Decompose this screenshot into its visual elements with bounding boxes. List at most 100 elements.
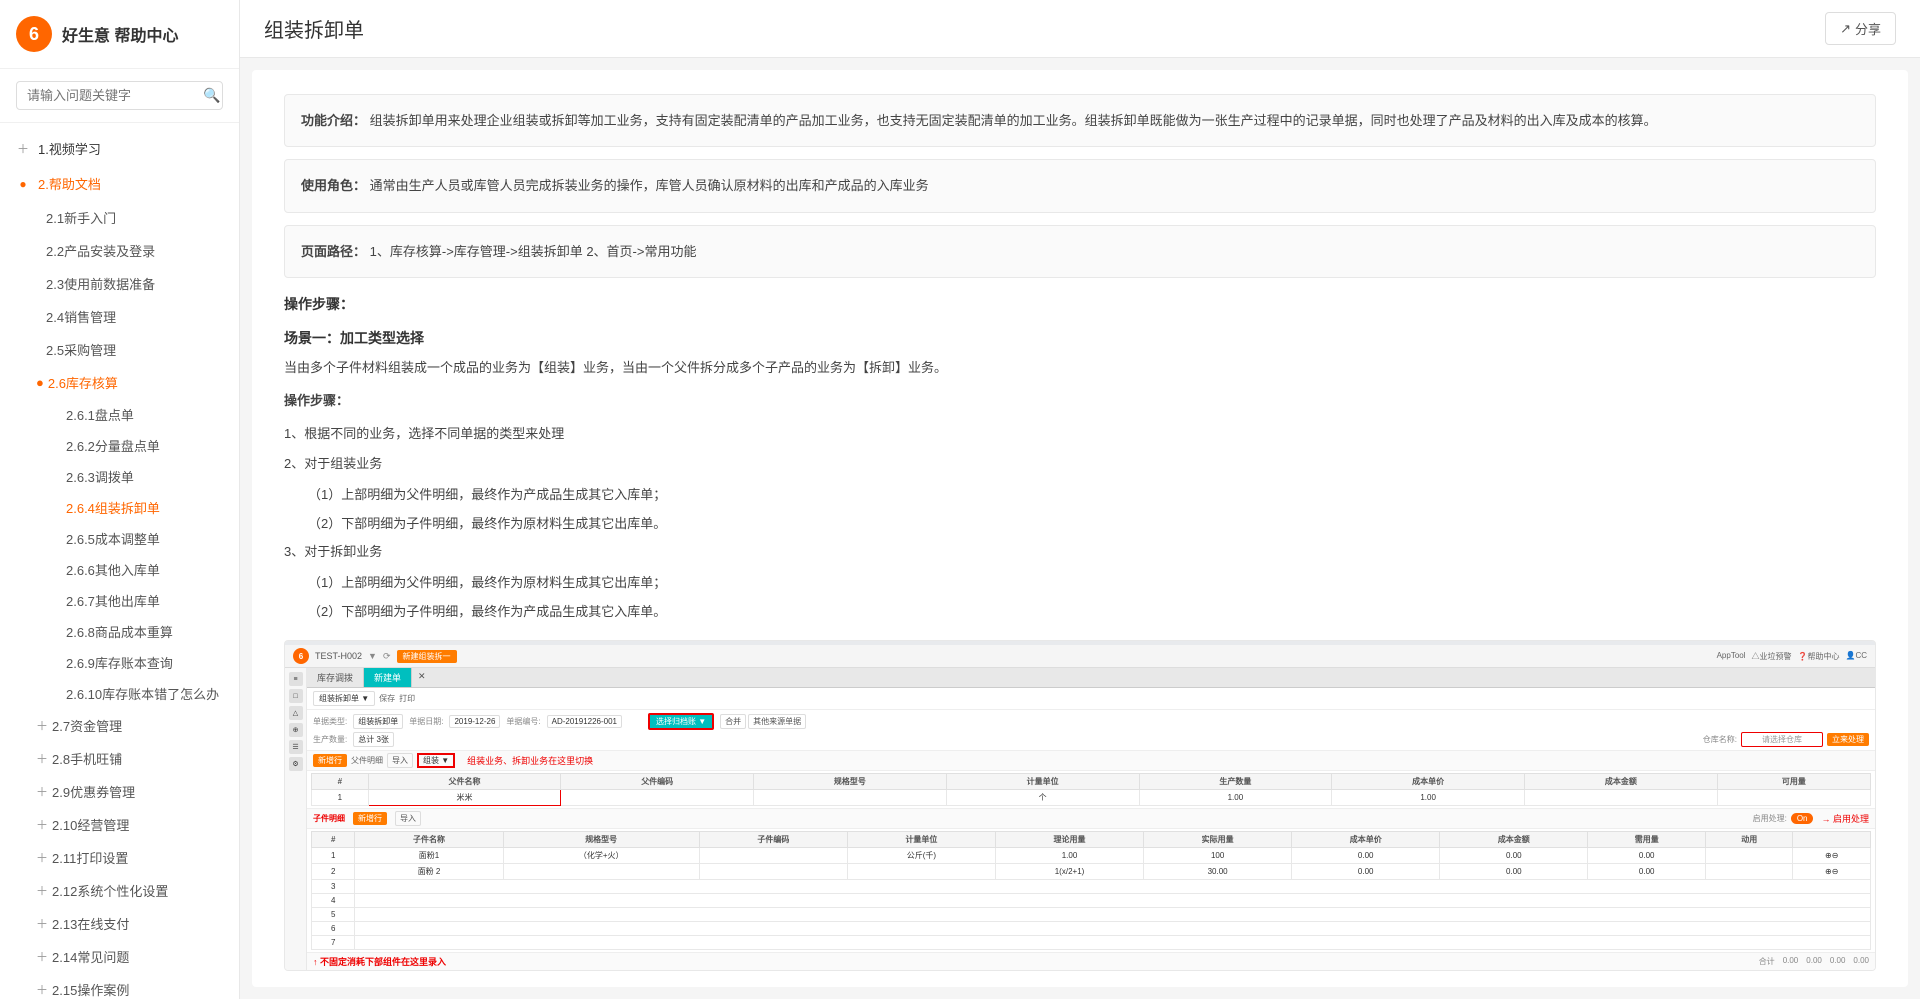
sidebar-item-sales[interactable]: 2.4销售管理 xyxy=(8,300,239,333)
chrome-version: ▼ xyxy=(368,651,377,661)
nav-tree: ＋ 1.视频学习 ● 2.帮助文档 2.1新手入门 2.2产品安装及登录 2.3… xyxy=(0,123,239,999)
toolbar-type-dropdown[interactable]: 组装拆卸单 ▼ xyxy=(313,691,375,706)
form-fields-section: 单据类型: 组装拆卸单 单据日期: 2019-12-26 单据编号: AD-20… xyxy=(307,710,1875,751)
alert-icon: △业垃预警 xyxy=(1752,651,1792,662)
field-qty-label: 生产数量: xyxy=(313,734,347,745)
tab-close[interactable]: ✕ xyxy=(412,668,432,687)
add-row-btn[interactable]: 新增行 xyxy=(313,754,347,767)
search-box[interactable]: 🔍 xyxy=(16,81,223,110)
nav-icon-6[interactable]: ⚙ xyxy=(289,757,303,771)
cell-spec xyxy=(754,790,947,806)
nav-icon-5[interactable]: ☰ xyxy=(289,740,303,754)
lower-add-btn[interactable]: 新增行 xyxy=(353,812,387,825)
lower-table-annotation: 子件明细 xyxy=(313,813,345,824)
plus-finance-icon: ＋ xyxy=(36,717,48,734)
sidebar-item-operations[interactable]: ＋ 2.10经营管理 xyxy=(8,808,239,841)
tab-new[interactable]: 新建单 xyxy=(364,668,412,687)
step-2-1: （1）上部明细为父件明细，最终作为产成品生成其它入库单； xyxy=(284,483,1876,508)
sidebar-item-cases[interactable]: ＋ 2.15操作案例 xyxy=(8,973,239,999)
sidebar-item-stocktake[interactable]: 2.6.1盘点单 xyxy=(16,399,239,430)
sidebar-item-assembly[interactable]: 2.6.4组装拆卸单 xyxy=(16,492,239,523)
sidebar-label-print: 2.11打印设置 xyxy=(52,848,128,867)
lc-no-5: 5 xyxy=(312,908,355,922)
sidebar-item-purchase[interactable]: 2.5采购管理 xyxy=(8,333,239,366)
warehouse-area: 仓库名称: 请选择仓库 立来处理 xyxy=(1703,732,1869,747)
sidebar-label-sysconfig: 2.12系统个性化设置 xyxy=(52,881,168,900)
type-select-annotated[interactable]: 组装 ▼ xyxy=(417,753,455,768)
plus-payment-icon: ＋ xyxy=(36,915,48,932)
lower-annotation-row: ↑ 不固定消耗下部组件在这里录入 合计 0.00 0.00 0.00 0.00 xyxy=(307,952,1875,970)
screenshot-container: 6 TEST-H002 ▼ ⟳ 新建组装拆一 AppTool △业垃预警 ❓帮助… xyxy=(284,640,1876,971)
btn-action1[interactable]: 合并 xyxy=(720,714,746,729)
top-bar: 组装拆卸单 ↗ 分享 xyxy=(240,0,1920,58)
col-parent-code: 父件编码 xyxy=(561,774,754,790)
sidebar-item-video[interactable]: ＋ 1.视频学习 xyxy=(0,131,239,166)
confirm-btn-annotated[interactable]: 选择归档账 ▼ xyxy=(648,713,714,730)
lower-table-wrapper: # 子件名称 规格型号 子件编码 计量单位 理论用量 实际用量 成本单价 xyxy=(307,829,1875,952)
sidebar-label-payment: 2.13在线支付 xyxy=(52,914,129,933)
lower-table: # 子件名称 规格型号 子件编码 计量单位 理论用量 实际用量 成本单价 xyxy=(311,831,1871,950)
lc-name-2: 面粉 2 xyxy=(355,864,503,880)
process-btn[interactable]: 立来处理 xyxy=(1827,733,1869,746)
sidebar-item-newcomer[interactable]: 2.1新手入门 xyxy=(8,201,239,234)
sidebar-item-otherinput[interactable]: 2.6.6其他入库单 xyxy=(16,554,239,585)
plus-mobile-icon: ＋ xyxy=(36,750,48,767)
sidebar-label-video: 1.视频学习 xyxy=(38,139,101,158)
sidebar-item-costrecalc[interactable]: 2.6.8商品成本重算 xyxy=(16,616,239,647)
search-input[interactable] xyxy=(27,88,203,103)
lc-no-6: 6 xyxy=(312,922,355,936)
sidebar-item-coupon[interactable]: ＋ 2.9优惠券管理 xyxy=(8,775,239,808)
sidebar-item-inventoryquery[interactable]: 2.6.9库存账本查询 xyxy=(16,647,239,678)
lc-ops[interactable]: ⊕⊖ xyxy=(1793,848,1871,864)
warehouse-field[interactable]: 请选择仓库 xyxy=(1741,732,1823,747)
sidebar-item-docs[interactable]: ● 2.帮助文档 xyxy=(0,166,239,201)
sidebar-item-faq[interactable]: ＋ 2.14常见问题 xyxy=(8,940,239,973)
sidebar-item-otheroutput[interactable]: 2.6.7其他出库单 xyxy=(16,585,239,616)
btn-action2[interactable]: 其他来源单据 xyxy=(748,714,806,729)
field-type-label: 单据类型: xyxy=(313,716,347,727)
sidebar-item-finance[interactable]: ＋ 2.7资金管理 xyxy=(8,709,239,742)
lc-ops-2[interactable]: ⊕⊖ xyxy=(1793,864,1871,880)
sidebar-item-sysconfig[interactable]: ＋ 2.12系统个性化设置 xyxy=(8,874,239,907)
enable-toggle[interactable]: On xyxy=(1791,813,1814,824)
lcol-code: 子件编码 xyxy=(699,832,847,848)
cell-name: 米米 xyxy=(368,790,561,806)
search-icon[interactable]: 🔍 xyxy=(203,87,220,104)
lcol-needed: 需用量 xyxy=(1588,832,1706,848)
nav-icon-2[interactable]: □ xyxy=(289,689,303,703)
lc-no-7: 7 xyxy=(312,936,355,950)
sidebar-label-inventory: 2.6库存核算 xyxy=(48,373,118,392)
sidebar-item-mobile[interactable]: ＋ 2.8手机旺铺 xyxy=(8,742,239,775)
sidebar-item-print[interactable]: ＋ 2.11打印设置 xyxy=(8,841,239,874)
sidebar-item-inventoryerror[interactable]: 2.6.10库存账本错了怎么办 xyxy=(16,678,239,709)
sidebar-item-partstake[interactable]: 2.6.2分量盘点单 xyxy=(16,430,239,461)
col-avail: 可用量 xyxy=(1717,774,1870,790)
lower-import-btn[interactable]: 导入 xyxy=(395,811,421,826)
toolbar-save[interactable]: 保存 xyxy=(379,693,395,704)
sidebar-item-costadjust[interactable]: 2.6.5成本调整单 xyxy=(16,523,239,554)
sidebar-label-finance: 2.7资金管理 xyxy=(52,716,122,735)
sidebar-item-install[interactable]: 2.2产品安装及登录 xyxy=(8,234,239,267)
col-spec: 规格型号 xyxy=(754,774,947,790)
sidebar-label-faq: 2.14常见问题 xyxy=(52,947,129,966)
sidebar-item-dataprep[interactable]: 2.3使用前数据准备 xyxy=(8,267,239,300)
nav-icon-1[interactable]: ≡ xyxy=(289,672,303,686)
nav-icon-3[interactable]: △ xyxy=(289,706,303,720)
col-unit: 计量单位 xyxy=(946,774,1139,790)
role-label: 使用角色： xyxy=(301,178,366,193)
sidebar-item-inventory[interactable]: ● 2.6库存核算 xyxy=(8,366,239,399)
cell-cprice: 1.00 xyxy=(1332,790,1525,806)
chrome-new-btn[interactable]: 新建组装拆一 xyxy=(397,650,457,663)
nav-icon-4[interactable]: ⊕ xyxy=(289,723,303,737)
total-actual: 0.00 xyxy=(1806,956,1822,967)
import-btn[interactable]: 导入 xyxy=(387,753,413,768)
toolbar-print[interactable]: 打印 xyxy=(399,693,415,704)
lc-actual-2: 30.00 xyxy=(1144,864,1292,880)
upper-table-header: 新增行 父件明细 导入 组装 ▼ 组装业务、拆卸业务在这里切换 xyxy=(307,751,1875,771)
lc-empty-6 xyxy=(355,922,1871,936)
share-button[interactable]: ↗ 分享 xyxy=(1825,12,1896,45)
role-block: 使用角色： 通常由生产人员或库管人员完成拆装业务的操作，库管人员确认原材料的出库… xyxy=(284,159,1876,212)
sidebar-item-transfer[interactable]: 2.6.3调拨单 xyxy=(16,461,239,492)
sidebar-item-payment[interactable]: ＋ 2.13在线支付 xyxy=(8,907,239,940)
tab-transfer[interactable]: 库存调拨 xyxy=(307,668,364,687)
